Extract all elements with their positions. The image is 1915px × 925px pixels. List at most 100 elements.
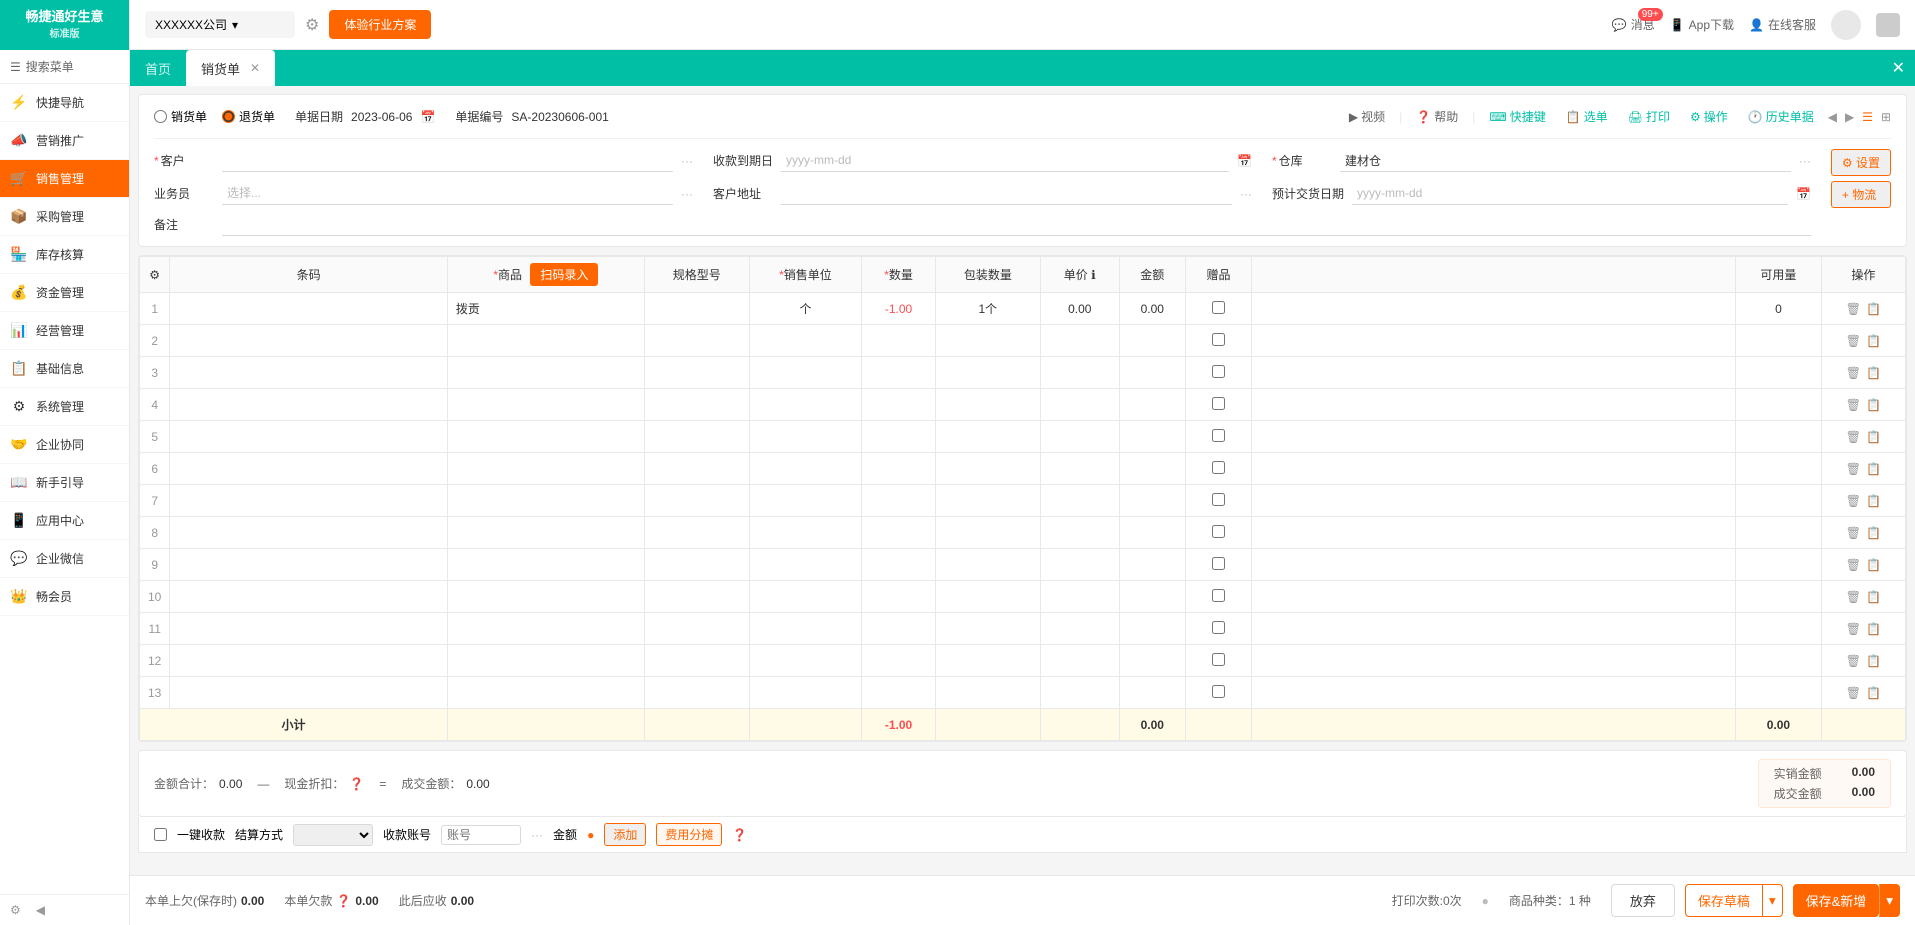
delivery-date-input[interactable] [1352,182,1788,205]
col-settings[interactable]: ⚙ [140,257,170,293]
print-btn[interactable]: 🖨 打印 [1622,105,1676,128]
video-btn[interactable]: ▶ 视频 [1343,105,1391,128]
row-product[interactable]: 拨贡 [447,293,644,325]
payment-date-input[interactable] [781,149,1229,172]
radio-return-input[interactable] [222,110,235,123]
prev-icon[interactable]: ◀ [1828,110,1837,124]
tab-close-icon[interactable]: ✕ [250,61,260,75]
row-copy-icon[interactable]: 📋 [1866,334,1881,348]
row-barcode[interactable] [170,357,448,389]
row-unit[interactable] [749,645,861,677]
settings-button[interactable]: ⚙ 设置 [1831,149,1891,176]
row-price[interactable] [1040,453,1119,485]
customer-address-input[interactable] [781,182,1232,205]
row-amount[interactable] [1119,581,1185,613]
app-download-button[interactable]: 📱 App下载 [1670,16,1734,33]
row-qty[interactable] [862,421,936,453]
row-unit[interactable] [749,517,861,549]
help-btn[interactable]: ❓ 帮助 [1410,105,1464,128]
row-gift[interactable] [1185,677,1251,709]
close-tab-icon[interactable]: ✕ [1892,58,1905,78]
row-qty[interactable] [862,389,936,421]
row-gift[interactable] [1185,549,1251,581]
list-view-icon[interactable]: ☰ [1862,110,1873,124]
row-spec[interactable] [644,293,749,325]
row-qty[interactable] [862,677,936,709]
row-pkg-qty[interactable] [935,357,1040,389]
row-delete-icon[interactable]: 🗑 [1846,686,1861,700]
row-delete-icon[interactable]: 🗑 [1846,494,1861,508]
row-price[interactable]: 0.00 [1040,293,1119,325]
warehouse-more-icon[interactable]: ··· [1799,154,1811,168]
row-price[interactable] [1040,421,1119,453]
row-amount[interactable] [1119,485,1185,517]
row-delete-icon[interactable]: 🗑 [1846,590,1861,604]
sidebar-item-system[interactable]: ⚙ 系统管理 [0,388,129,426]
row-delete-icon[interactable]: 🗑 [1846,430,1861,444]
row-qty[interactable]: -1.00 [862,293,936,325]
radio-return[interactable]: 退货单 [222,108,275,125]
customer-input[interactable] [222,149,673,172]
row-product[interactable] [447,549,644,581]
row-delete-icon[interactable]: 🗑 [1846,462,1861,476]
row-price[interactable] [1040,325,1119,357]
scan-button[interactable]: 扫码录入 [530,263,598,286]
row-gift[interactable] [1185,485,1251,517]
row-barcode[interactable] [170,325,448,357]
row-unit[interactable] [749,421,861,453]
row-price[interactable] [1040,613,1119,645]
row-unit[interactable] [749,357,861,389]
row-amount[interactable] [1119,421,1185,453]
row-barcode[interactable] [170,293,448,325]
row-product[interactable] [447,613,644,645]
row-product[interactable] [447,485,644,517]
historical-balance-icon[interactable]: ❓ [336,894,351,908]
row-price[interactable] [1040,549,1119,581]
row-delete-icon[interactable]: 🗑 [1846,526,1861,540]
row-product[interactable] [447,645,644,677]
row-amount[interactable] [1119,325,1185,357]
discount-help-icon[interactable]: ❓ [349,777,364,791]
row-pkg-qty[interactable] [935,389,1040,421]
row-spec[interactable] [644,325,749,357]
sidebar-item-purchase[interactable]: 📦 采购管理 [0,198,129,236]
user-avatar2[interactable] [1876,13,1900,37]
row-pkg-qty[interactable]: 1个 [935,293,1040,325]
expense-help-icon[interactable]: ❓ [732,828,747,842]
radio-sales[interactable]: 销货单 [154,108,207,125]
row-product[interactable] [447,325,644,357]
row-pkg-qty[interactable] [935,549,1040,581]
grid-view-icon[interactable]: ⊞ [1881,110,1891,124]
row-qty[interactable] [862,357,936,389]
row-gift[interactable] [1185,421,1251,453]
row-amount[interactable] [1119,453,1185,485]
row-delete-icon[interactable]: 🗑 [1846,366,1861,380]
row-qty[interactable] [862,645,936,677]
row-barcode[interactable] [170,517,448,549]
sidebar-item-wechat[interactable]: 💬 企业微信 [0,540,129,578]
select-btn[interactable]: 📋 选单 [1560,105,1614,128]
row-barcode[interactable] [170,389,448,421]
row-gift[interactable] [1185,325,1251,357]
row-price[interactable] [1040,581,1119,613]
sidebar-item-operations[interactable]: 📊 经营管理 [0,312,129,350]
warehouse-input[interactable] [1340,149,1791,172]
row-spec[interactable] [644,549,749,581]
row-delete-icon[interactable]: 🗑 [1846,622,1861,636]
row-spec[interactable] [644,581,749,613]
row-gift[interactable] [1185,357,1251,389]
row-amount[interactable] [1119,549,1185,581]
row-pkg-qty[interactable] [935,453,1040,485]
row-copy-icon[interactable]: 📋 [1866,686,1881,700]
row-amount[interactable] [1119,677,1185,709]
row-price[interactable] [1040,485,1119,517]
row-delete-icon[interactable]: 🗑 [1846,558,1861,572]
row-delete-icon[interactable]: 🗑 [1846,654,1861,668]
row-spec[interactable] [644,677,749,709]
row-product[interactable] [447,357,644,389]
row-copy-icon[interactable]: 📋 [1866,494,1881,508]
tab-home[interactable]: 首页 [130,50,186,86]
history-btn[interactable]: 🕐 历史单据 [1742,105,1820,128]
user-avatar[interactable] [1831,10,1861,40]
row-price[interactable] [1040,389,1119,421]
